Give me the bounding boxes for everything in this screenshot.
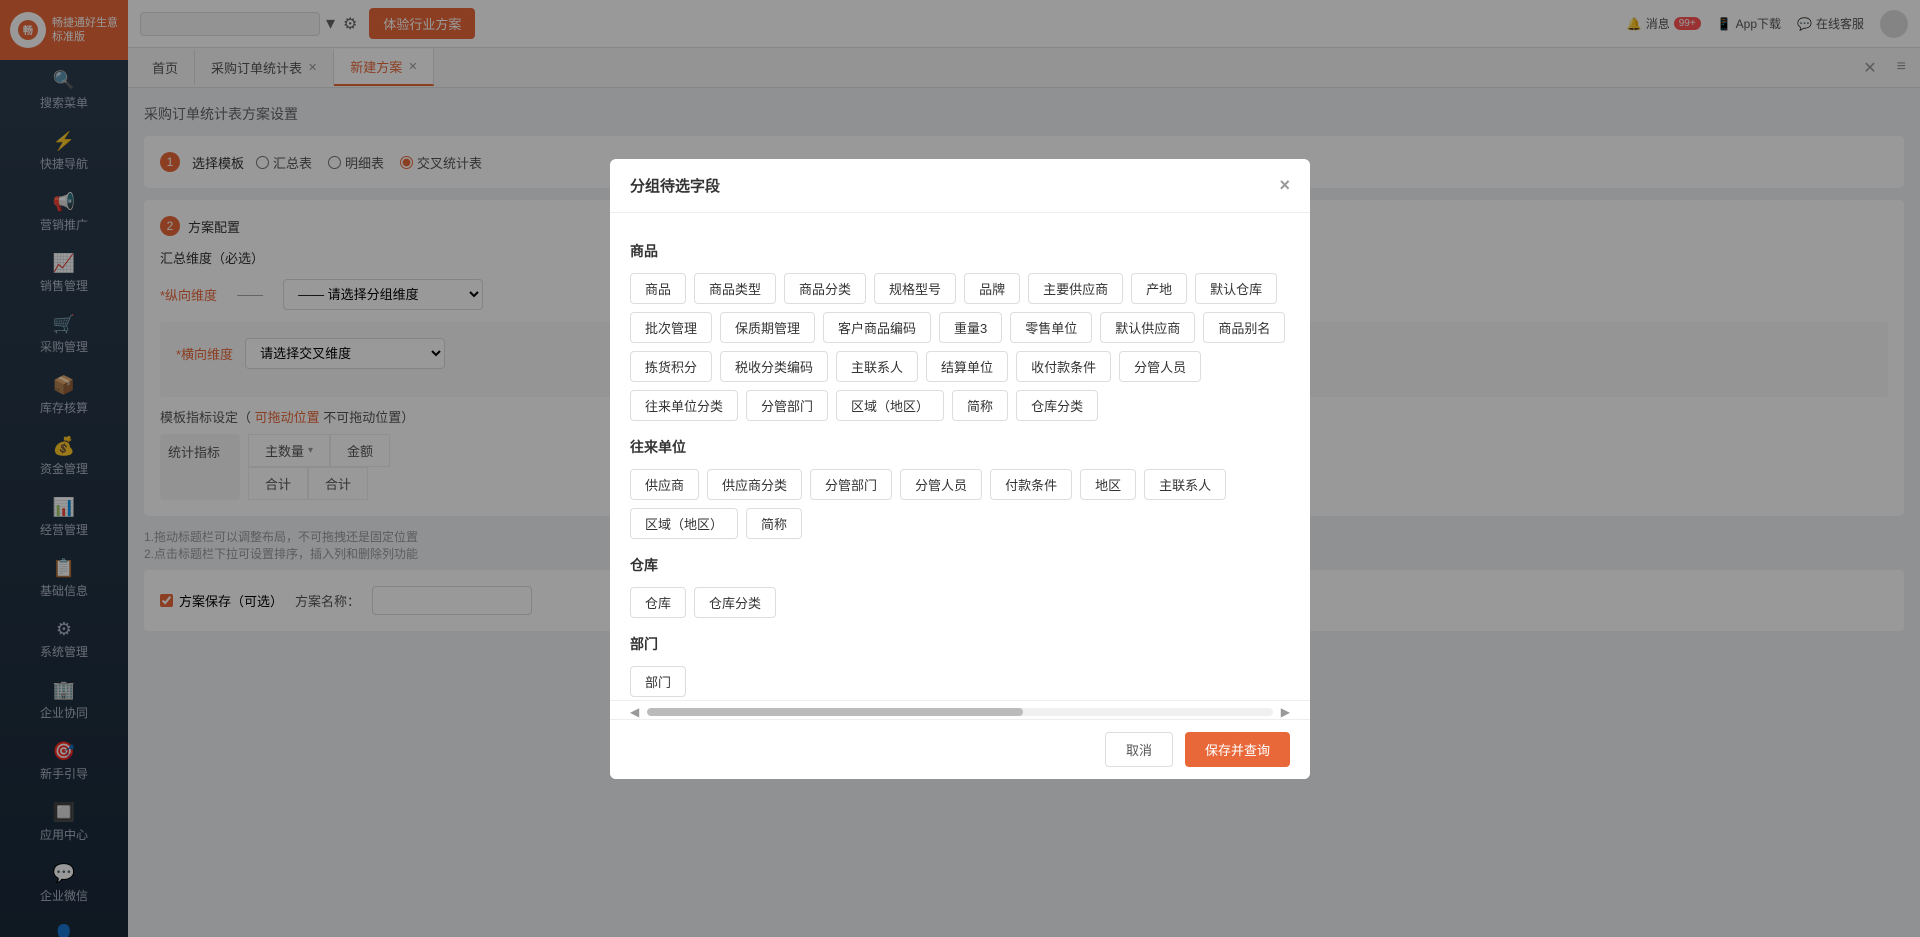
field-tag-cp-7[interactable]: 区域（地区）: [630, 508, 738, 539]
modal-close-button[interactable]: ×: [1279, 175, 1290, 196]
field-tag-goods-7[interactable]: 默认仓库: [1195, 273, 1277, 304]
field-tag-cp-8[interactable]: 简称: [746, 508, 802, 539]
horizontal-scrollbar-thumb: [647, 708, 1022, 716]
field-tag-goods-20[interactable]: 分管人员: [1119, 351, 1201, 382]
field-tag-cp-0[interactable]: 供应商: [630, 469, 699, 500]
field-tag-goods-13[interactable]: 默认供应商: [1100, 312, 1195, 343]
field-tag-cp-5[interactable]: 地区: [1080, 469, 1136, 500]
field-tag-goods-8[interactable]: 批次管理: [630, 312, 712, 343]
field-tag-goods-0[interactable]: 商品: [630, 273, 686, 304]
field-tag-dept-0[interactable]: 部门: [630, 666, 686, 697]
horizontal-scrollbar-track[interactable]: [647, 708, 1273, 716]
field-tag-goods-17[interactable]: 主联系人: [836, 351, 918, 382]
modal-overlay: 分组待选字段 × 商品 商品 商品类型 商品分类 规格型号 品牌 主要供应商 产…: [0, 0, 1920, 937]
field-tag-goods-2[interactable]: 商品分类: [784, 273, 866, 304]
field-tag-goods-21[interactable]: 往来单位分类: [630, 390, 738, 421]
field-tag-goods-11[interactable]: 重量3: [939, 312, 1002, 343]
field-tag-wh-0[interactable]: 仓库: [630, 587, 686, 618]
modal-scrollbar-area: ◀ ▶: [610, 700, 1310, 719]
field-tag-cp-4[interactable]: 付款条件: [990, 469, 1072, 500]
field-tag-goods-3[interactable]: 规格型号: [874, 273, 956, 304]
field-tag-cp-1[interactable]: 供应商分类: [707, 469, 802, 500]
field-tag-goods-15[interactable]: 拣货积分: [630, 351, 712, 382]
field-tag-goods-9[interactable]: 保质期管理: [720, 312, 815, 343]
counterparty-fields: 供应商 供应商分类 分管部门 分管人员 付款条件 地区 主联系人 区域（地区） …: [630, 469, 1290, 539]
field-tag-wh-1[interactable]: 仓库分类: [694, 587, 776, 618]
field-tag-goods-22[interactable]: 分管部门: [746, 390, 828, 421]
field-tag-goods-25[interactable]: 仓库分类: [1016, 390, 1098, 421]
goods-fields: 商品 商品类型 商品分类 规格型号 品牌 主要供应商 产地 默认仓库 批次管理 …: [630, 273, 1290, 421]
field-tag-goods-10[interactable]: 客户商品编码: [823, 312, 931, 343]
modal-header: 分组待选字段 ×: [610, 159, 1310, 213]
field-tag-goods-23[interactable]: 区域（地区）: [836, 390, 944, 421]
field-tag-goods-14[interactable]: 商品别名: [1203, 312, 1285, 343]
modal-cancel-button[interactable]: 取消: [1105, 732, 1173, 767]
section-title-counterparty: 往来单位: [630, 437, 1290, 457]
modal-save-button[interactable]: 保存并查询: [1185, 732, 1290, 767]
scroll-left-icon[interactable]: ◀: [630, 705, 639, 719]
modal-title: 分组待选字段: [630, 175, 720, 196]
field-tag-cp-3[interactable]: 分管人员: [900, 469, 982, 500]
field-tag-goods-12[interactable]: 零售单位: [1010, 312, 1092, 343]
field-tag-goods-18[interactable]: 结算单位: [926, 351, 1008, 382]
field-tag-goods-1[interactable]: 商品类型: [694, 273, 776, 304]
field-tag-cp-6[interactable]: 主联系人: [1144, 469, 1226, 500]
field-tag-goods-4[interactable]: 品牌: [964, 273, 1020, 304]
section-title-department: 部门: [630, 634, 1290, 654]
field-tag-cp-2[interactable]: 分管部门: [810, 469, 892, 500]
warehouse-fields: 仓库 仓库分类: [630, 587, 1290, 618]
department-fields: 部门: [630, 666, 1290, 697]
section-title-goods: 商品: [630, 241, 1290, 261]
modal-body[interactable]: 商品 商品 商品类型 商品分类 规格型号 品牌 主要供应商 产地 默认仓库 批次…: [610, 213, 1310, 700]
field-tag-goods-24[interactable]: 简称: [952, 390, 1008, 421]
scroll-right-icon[interactable]: ▶: [1281, 705, 1290, 719]
field-tag-goods-5[interactable]: 主要供应商: [1028, 273, 1123, 304]
field-tag-goods-16[interactable]: 税收分类编码: [720, 351, 828, 382]
field-selection-modal: 分组待选字段 × 商品 商品 商品类型 商品分类 规格型号 品牌 主要供应商 产…: [610, 159, 1310, 779]
field-tag-goods-19[interactable]: 收付款条件: [1016, 351, 1111, 382]
field-tag-goods-6[interactable]: 产地: [1131, 273, 1187, 304]
section-title-warehouse: 仓库: [630, 555, 1290, 575]
modal-footer: 取消 保存并查询: [610, 719, 1310, 779]
